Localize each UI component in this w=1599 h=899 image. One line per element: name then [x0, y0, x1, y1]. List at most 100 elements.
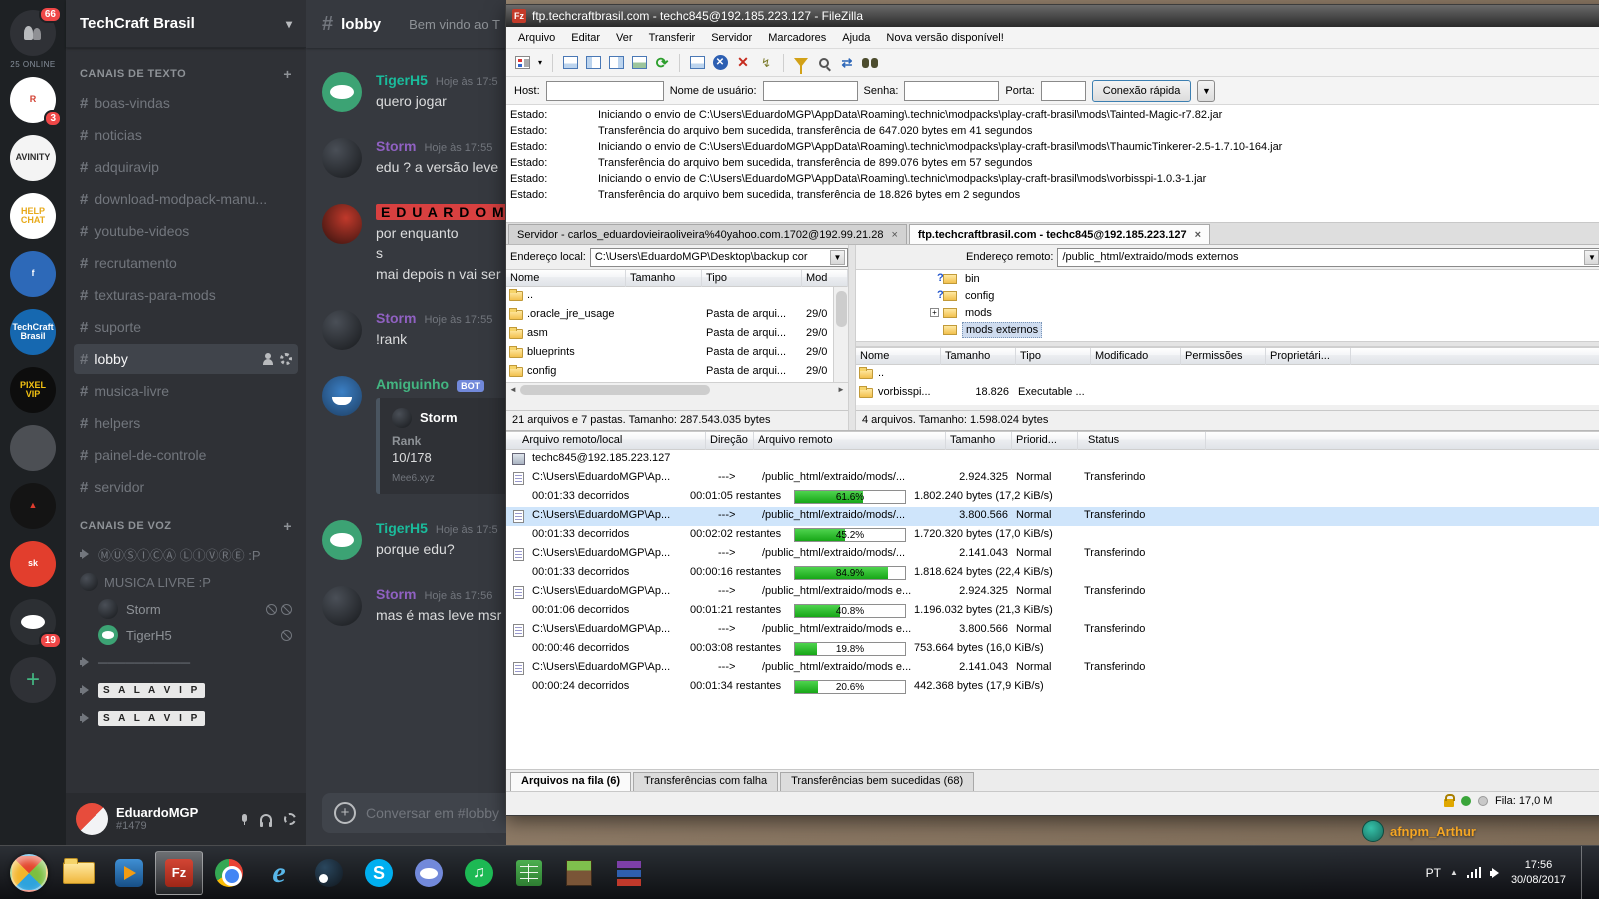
- server-icon[interactable]: PIXEL VIP: [10, 367, 56, 413]
- column-header[interactable]: Direção: [706, 432, 754, 450]
- channel-item[interactable]: painel-de-controle: [74, 440, 298, 470]
- process-queue-icon[interactable]: [687, 53, 707, 73]
- voice-channel-item[interactable]: MUSICA LIVRE :P: [74, 568, 298, 596]
- toggle-log-icon[interactable]: [560, 53, 580, 73]
- queue-tab[interactable]: Transferências com falha: [633, 772, 779, 791]
- disconnect-icon[interactable]: ✕: [733, 53, 753, 73]
- channel-item[interactable]: servidor: [74, 472, 298, 502]
- server-icon[interactable]: R 3: [10, 77, 62, 127]
- avatar[interactable]: [322, 204, 362, 244]
- queue-tab[interactable]: Transferências bem sucedidas (68): [780, 772, 975, 791]
- remote-file-row[interactable]: vorbisspi... 18.826 Executable ...: [856, 384, 1599, 403]
- notification-toast[interactable]: afnpm_Arthur: [1362, 820, 1476, 842]
- voice-user[interactable]: Storm: [74, 596, 298, 622]
- server-icon[interactable]: [10, 425, 56, 471]
- message-author[interactable]: Storm: [376, 310, 416, 326]
- toggle-remote-tree-icon[interactable]: [606, 53, 626, 73]
- local-file-row[interactable]: config Pasta de arqui... 29/0: [506, 363, 848, 382]
- channel-item[interactable]: lobby: [74, 344, 298, 374]
- avatar[interactable]: [322, 585, 362, 626]
- queue-file-line[interactable]: C:\Users\EduardoMGP\Ap... ---> /public_h…: [506, 621, 1599, 640]
- menu-item[interactable]: Ver: [608, 29, 641, 47]
- channel-item[interactable]: texturas-para-mods: [74, 280, 298, 310]
- local-horizontal-scrollbar[interactable]: ◄ ►: [506, 382, 848, 396]
- password-input[interactable]: [904, 80, 1000, 101]
- scroll-left-icon[interactable]: ◄: [506, 385, 520, 394]
- avatar[interactable]: [322, 72, 362, 112]
- local-address-combo[interactable]: C:\Users\EduardoMGP\Desktop\backup cor ▼: [589, 247, 848, 267]
- taskbar-clock[interactable]: 17:56 30/08/2017: [1511, 858, 1566, 887]
- message-author[interactable]: TigerH5: [376, 72, 428, 88]
- column-header[interactable]: Arquivo remoto: [754, 432, 946, 450]
- column-header[interactable]: Tipo: [702, 270, 802, 288]
- queue-entry[interactable]: C:\Users\EduardoMGP\Ap... ---> /public_h…: [506, 507, 1599, 545]
- taskbar-sheets-button[interactable]: [505, 851, 553, 895]
- menu-item[interactable]: Editar: [563, 29, 608, 47]
- sync-browse-icon[interactable]: ⇄: [837, 53, 857, 73]
- speed-limit-icon[interactable]: [1478, 796, 1488, 806]
- column-header[interactable]: Tamanho: [946, 432, 1012, 450]
- avatar[interactable]: [322, 519, 362, 560]
- message-author[interactable]: TigerH5: [376, 520, 428, 536]
- friends-button[interactable]: 66: [10, 6, 62, 56]
- filter-icon[interactable]: [791, 53, 811, 74]
- remote-address-combo[interactable]: /public_html/extraido/mods externos ▼: [1057, 247, 1599, 267]
- server-icon[interactable]: HELP CHAT: [10, 193, 56, 239]
- taskbar-explorer-button[interactable]: [55, 851, 103, 895]
- title-bar[interactable]: Fz ftp.techcraftbrasil.com - techc845@19…: [506, 5, 1599, 27]
- dropdown-arrow-icon[interactable]: ▼: [1584, 249, 1599, 265]
- add-voice-channel-icon[interactable]: +: [283, 518, 292, 534]
- invite-person-icon[interactable]: [262, 353, 274, 365]
- toggle-queue-icon[interactable]: [629, 53, 649, 73]
- message-author[interactable]: Storm: [376, 138, 416, 154]
- channel-item[interactable]: noticias: [74, 120, 298, 150]
- queue-entry[interactable]: C:\Users\EduardoMGP\Ap... ---> /public_h…: [506, 545, 1599, 583]
- network-icon[interactable]: [1466, 867, 1481, 878]
- menu-item[interactable]: Ajuda: [834, 29, 878, 47]
- local-file-row[interactable]: .oracle_jre_usage Pasta de arqui... 29/0: [506, 306, 848, 325]
- toggle-local-tree-icon[interactable]: [583, 53, 603, 73]
- compare-icon[interactable]: [814, 53, 834, 73]
- column-header[interactable]: Tamanho: [941, 348, 1016, 366]
- column-header[interactable]: Modificado: [1091, 348, 1181, 366]
- channel-item[interactable]: youtube-videos: [74, 216, 298, 246]
- close-tab-icon[interactable]: ×: [891, 229, 897, 241]
- queue-entry[interactable]: C:\Users\EduardoMGP\Ap... ---> /public_h…: [506, 469, 1599, 507]
- message-author[interactable]: Storm: [376, 586, 416, 602]
- queue-entry[interactable]: C:\Users\EduardoMGP\Ap... ---> /public_h…: [506, 583, 1599, 621]
- taskbar-skype-button[interactable]: [355, 851, 403, 895]
- column-header[interactable]: Status: [1078, 432, 1206, 450]
- tree-item[interactable]: mods externos: [856, 321, 1599, 338]
- queue-entry[interactable]: C:\Users\EduardoMGP\Ap... ---> /public_h…: [506, 659, 1599, 697]
- column-header[interactable]: Nome: [506, 270, 626, 288]
- refresh-icon[interactable]: ⟳: [652, 53, 672, 73]
- taskbar-steam-button[interactable]: [305, 851, 353, 895]
- voice-user[interactable]: TigerH5: [74, 622, 298, 648]
- message-author[interactable]: Amiguinho: [376, 376, 449, 392]
- menu-item[interactable]: Transferir: [641, 29, 704, 47]
- headphones-icon[interactable]: [260, 814, 272, 827]
- local-vertical-scrollbar[interactable]: [833, 287, 848, 382]
- message-input[interactable]: [366, 805, 506, 821]
- tray-expand-icon[interactable]: ▲: [1450, 868, 1458, 877]
- pane-splitter[interactable]: [848, 245, 856, 430]
- taskbar-discord-button[interactable]: [405, 851, 453, 895]
- server-icon[interactable]: TechCraft Brasil: [10, 309, 56, 355]
- tree-item[interactable]: mods: [856, 304, 1599, 321]
- taskbar-internet-explorer-button[interactable]: [255, 851, 303, 895]
- dropdown-arrow-icon[interactable]: ▼: [830, 249, 845, 265]
- settings-gear-icon[interactable]: [284, 813, 296, 825]
- quickconnect-dropdown-icon[interactable]: ▼: [1197, 79, 1216, 102]
- column-header[interactable]: Tipo: [1016, 348, 1091, 366]
- queue-file-line[interactable]: C:\Users\EduardoMGP\Ap... ---> /public_h…: [506, 583, 1599, 602]
- column-header[interactable]: Mod: [802, 270, 848, 288]
- avatar[interactable]: [322, 309, 362, 350]
- language-indicator[interactable]: PT: [1426, 866, 1441, 880]
- port-input[interactable]: [1040, 80, 1086, 101]
- queue-entry[interactable]: C:\Users\EduardoMGP\Ap... ---> /public_h…: [506, 621, 1599, 659]
- channel-settings-icon[interactable]: [280, 353, 292, 365]
- column-header[interactable]: Permissões: [1181, 348, 1266, 366]
- local-file-row[interactable]: asm Pasta de arqui... 29/0: [506, 325, 848, 344]
- queue-tab[interactable]: Arquivos na fila (6): [510, 772, 632, 791]
- column-header[interactable]: Tamanho: [626, 270, 702, 288]
